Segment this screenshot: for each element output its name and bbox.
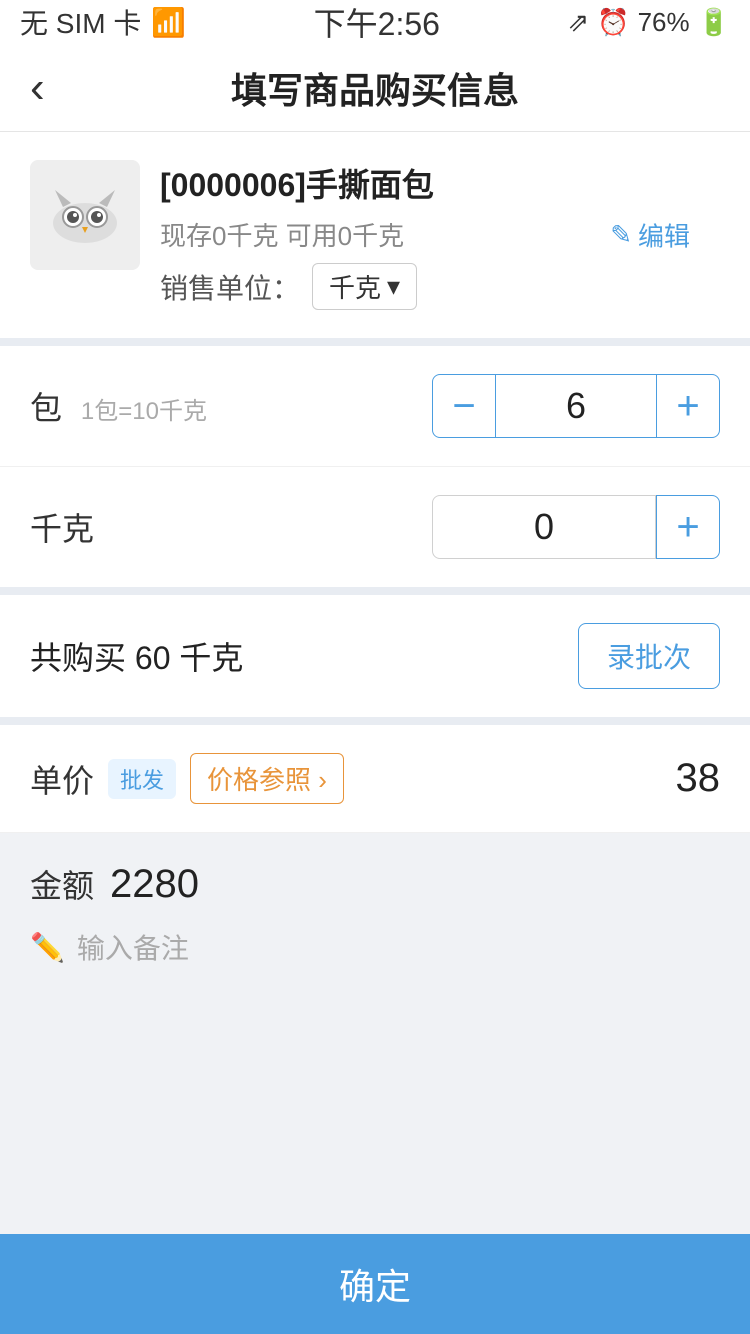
product-info: [0000006]手撕面包 现存0千克 可用0千克 销售单位： 千克 ▾ ✎ 编…	[160, 160, 720, 310]
bao-hint: 1包=10千克	[81, 398, 207, 425]
bao-minus-button[interactable]: −	[432, 374, 496, 438]
kg-input[interactable]	[432, 495, 656, 559]
summary-text: 共购买 60 千克	[30, 633, 243, 679]
chevron-down-icon: ▾	[387, 271, 400, 302]
kg-plus-button[interactable]: +	[656, 495, 720, 559]
battery-icon: 🔋	[698, 7, 730, 38]
edit-icon: ✎	[610, 220, 632, 251]
confirm-button[interactable]: 确定	[0, 1234, 750, 1334]
kg-controls: +	[432, 495, 720, 559]
alarm-icon: ⏰	[597, 7, 629, 38]
product-unit-row: 销售单位： 千克 ▾	[160, 263, 720, 310]
product-name: [0000006]手撕面包	[160, 160, 720, 206]
kg-quantity-row: 千克 +	[0, 467, 750, 587]
status-bar: 无 SIM 卡 📶 下午2:56 ⇗ ⏰ 76% 🔋	[0, 0, 750, 44]
summary-row: 共购买 60 千克 录批次	[0, 595, 750, 725]
amount-section: 金额 2280 ✏️ 输入备注	[0, 833, 750, 987]
quantity-section: 包 1包=10千克 − + 千克 +	[0, 346, 750, 595]
unit-select[interactable]: 千克 ▾	[312, 263, 417, 310]
status-right: ⇗ ⏰ 76% 🔋	[567, 7, 730, 38]
location-icon: ⇗	[567, 7, 589, 38]
bao-label-group: 包 1包=10千克	[30, 383, 207, 429]
edit-button[interactable]: ✎ 编辑	[610, 217, 690, 254]
price-left: 单价 批发 价格参照 ›	[30, 753, 344, 804]
price-label: 单价	[30, 756, 94, 802]
remark-row[interactable]: ✏️ 输入备注	[30, 927, 720, 967]
nav-bar: ‹ 填写商品购买信息	[0, 44, 750, 132]
bao-input[interactable]	[496, 374, 656, 438]
back-button[interactable]: ‹	[30, 66, 45, 110]
confirm-label: 确定	[339, 1258, 411, 1310]
product-thumbnail	[30, 160, 140, 270]
bao-controls: − +	[432, 374, 720, 438]
wifi-icon: 📶	[151, 6, 186, 39]
batch-button[interactable]: 录批次	[578, 623, 720, 689]
sim-status: 无 SIM 卡	[20, 2, 141, 42]
page-title: 填写商品购买信息	[231, 62, 519, 114]
pencil-icon: ✏️	[30, 931, 65, 964]
price-type-tag: 批发	[108, 759, 176, 799]
amount-label: 金额	[30, 861, 94, 907]
price-section: 单价 批发 价格参照 › 38	[0, 725, 750, 833]
remark-placeholder[interactable]: 输入备注	[77, 927, 189, 967]
kg-label: 千克	[30, 504, 94, 550]
amount-row: 金额 2280	[30, 861, 720, 907]
status-left: 无 SIM 卡 📶	[20, 2, 186, 42]
bao-plus-button[interactable]: +	[656, 374, 720, 438]
price-value: 38	[676, 756, 721, 801]
bao-label: 包	[30, 390, 62, 426]
amount-value: 2280	[110, 862, 199, 907]
battery-text: 76%	[638, 7, 690, 38]
product-card: [0000006]手撕面包 现存0千克 可用0千克 销售单位： 千克 ▾ ✎ 编…	[0, 132, 750, 346]
unit-label: 销售单位：	[160, 267, 300, 307]
status-time: 下午2:56	[314, 0, 440, 45]
bao-quantity-row: 包 1包=10千克 − +	[0, 346, 750, 467]
price-ref-button[interactable]: 价格参照 ›	[190, 753, 344, 804]
